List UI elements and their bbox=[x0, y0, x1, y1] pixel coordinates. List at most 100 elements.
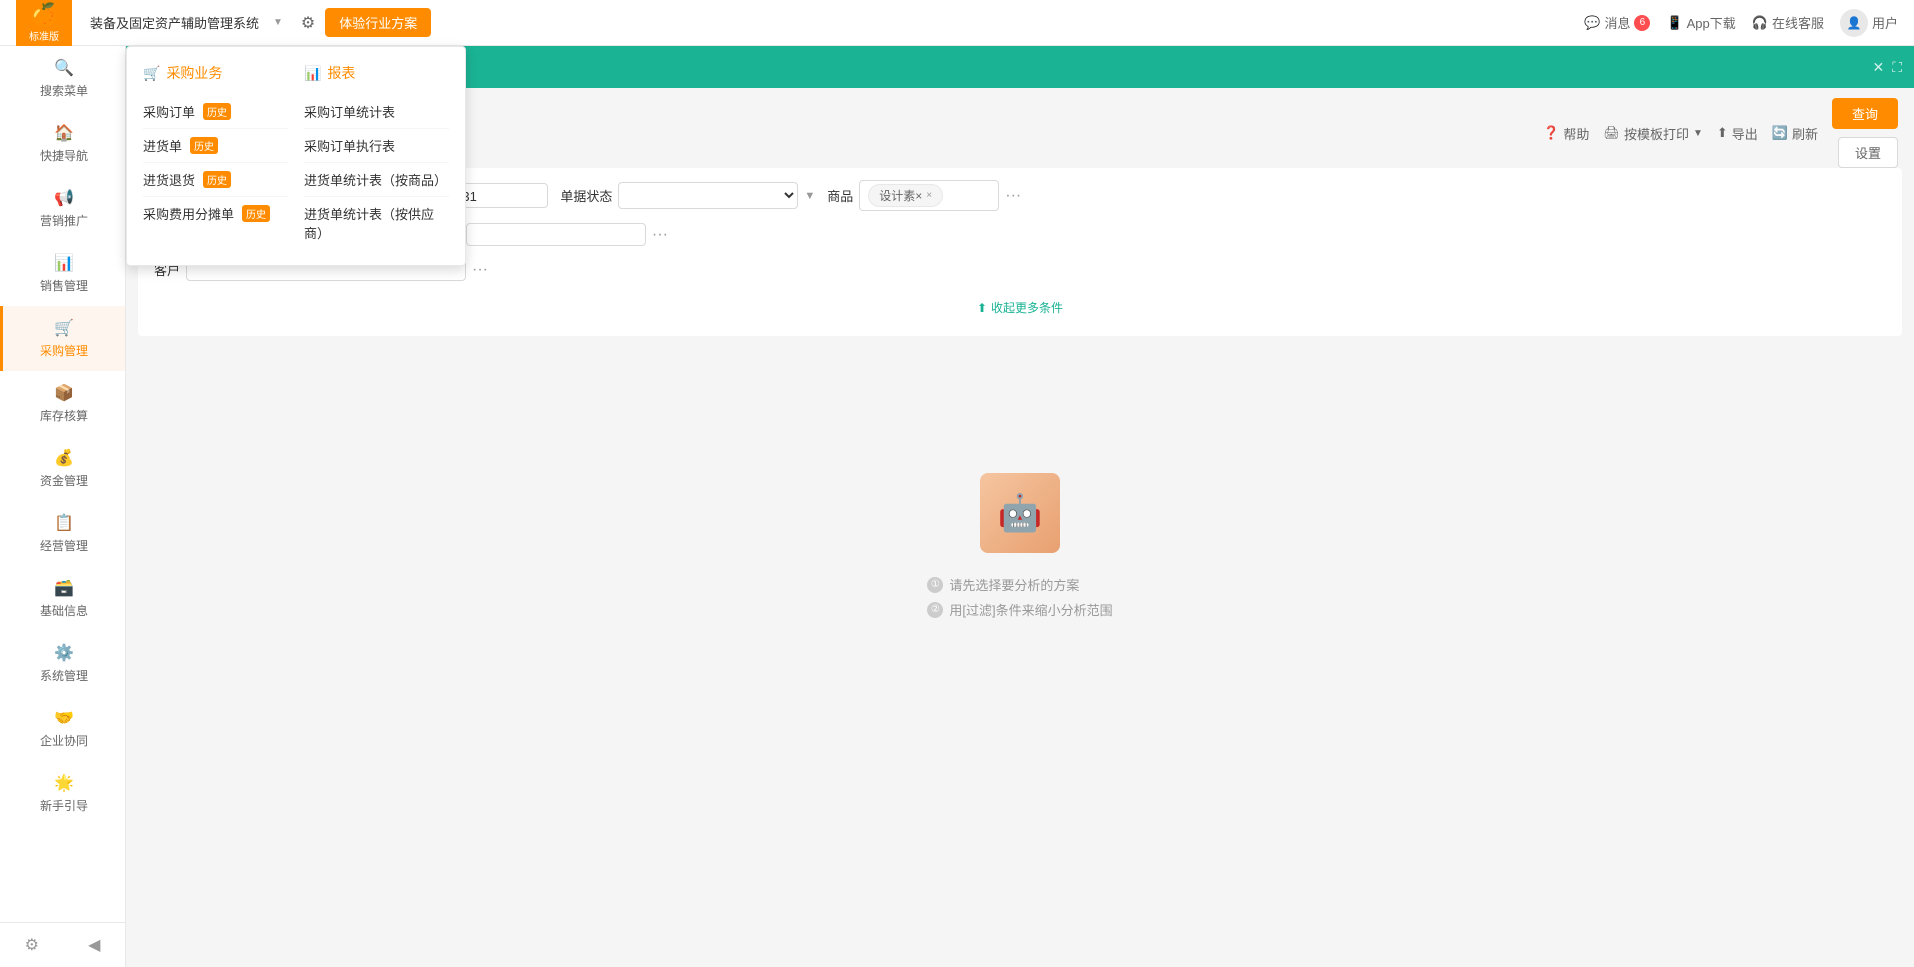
user-item[interactable]: 👤 用户 bbox=[1840, 9, 1898, 37]
export-button[interactable]: ⬆ 导出 bbox=[1717, 124, 1758, 143]
avatar: 👤 bbox=[1840, 9, 1868, 37]
tab-close-all-icon[interactable]: ✕ bbox=[1872, 59, 1884, 76]
dropdown-arrow-icon[interactable]: ▼ bbox=[273, 17, 283, 28]
help-label: 帮助 bbox=[1563, 124, 1589, 143]
sidebar-item-label: 新手引导 bbox=[40, 797, 88, 814]
goods-chip-close[interactable]: × bbox=[926, 190, 932, 201]
print-dropdown-icon: ▼ bbox=[1693, 128, 1703, 139]
empty-tips: ① 请先选择要分析的方案 ② 用[过滤]条件来缩小分析范围 bbox=[927, 575, 1112, 625]
collapse-label: 收起更多条件 bbox=[991, 299, 1063, 316]
tab-expand-icon[interactable]: ⛶ bbox=[1892, 59, 1902, 76]
sidebar-item-label: 营销推广 bbox=[40, 212, 88, 229]
empty-state: 🤖 ① 请先选择要分析的方案 ② 用[过滤]条件来缩小分析范围 bbox=[138, 344, 1902, 744]
sidebar-item-label: 企业协同 bbox=[40, 732, 88, 749]
sidebar-item-label: 销售管理 bbox=[40, 277, 88, 294]
empty-tip-1: ① 请先选择要分析的方案 bbox=[927, 575, 1112, 594]
empty-illustration: 🤖 bbox=[970, 463, 1070, 563]
app-download-item[interactable]: 📱 App下载 bbox=[1666, 13, 1735, 32]
print-button[interactable]: 🖨 按模板打印 ▼ bbox=[1603, 124, 1702, 143]
sidebar-item-label: 快捷导航 bbox=[40, 147, 88, 164]
sales-icon: 📊 bbox=[54, 253, 74, 273]
status-filter: 单据状态 ▼ bbox=[560, 182, 815, 209]
set-button[interactable]: 设置 bbox=[1838, 137, 1898, 168]
sidebar-item-sales[interactable]: 📊 销售管理 bbox=[0, 241, 125, 306]
sidebar-item-guide[interactable]: 🌟 新手引导 bbox=[0, 761, 125, 826]
refresh-icon: 🔄 bbox=[1772, 125, 1788, 141]
refresh-label: 刷新 bbox=[1792, 124, 1818, 143]
sidebar-item-search[interactable]: 🔍 搜索菜单 bbox=[0, 46, 125, 111]
history-badge-purchase-expense: 历史 bbox=[242, 205, 270, 222]
dropdown-item-stock-return[interactable]: 进货退货 历史 bbox=[143, 163, 288, 197]
sidebar-item-label: 基础信息 bbox=[40, 602, 88, 619]
message-icon: 💬 bbox=[1584, 15, 1600, 31]
sidebar-item-inventory[interactable]: 📦 库存核算 bbox=[0, 371, 125, 436]
report-2-label: 采购订单执行表 bbox=[304, 136, 395, 155]
dropdown-item-report-3[interactable]: 进货单统计表（按商品） bbox=[304, 163, 449, 197]
dropdown-item-report-1[interactable]: 采购订单统计表 bbox=[304, 95, 449, 129]
query-button[interactable]: 查询 bbox=[1832, 98, 1898, 129]
purchase-order-label: 采购订单 bbox=[143, 102, 195, 121]
sidebar-item-label: 采购管理 bbox=[40, 342, 88, 359]
report-1-label: 采购订单统计表 bbox=[304, 102, 395, 121]
stock-return-label: 进货退货 bbox=[143, 170, 195, 189]
help-button[interactable]: ❓ 帮助 bbox=[1543, 124, 1589, 143]
basic-info-icon: 🗃️ bbox=[54, 578, 74, 598]
collapse-button[interactable]: ⬆ 收起更多条件 bbox=[154, 291, 1886, 324]
refresh-button[interactable]: 🔄 刷新 bbox=[1772, 124, 1818, 143]
system-title: 装备及固定资产辅助管理系统 bbox=[90, 13, 259, 32]
avatar-icon: 👤 bbox=[1847, 16, 1862, 30]
empty-tip-2: ② 用[过滤]条件来缩小分析范围 bbox=[927, 600, 1112, 619]
report-col-title: 📊 报表 bbox=[304, 63, 449, 83]
customer-more-icon[interactable]: ··· bbox=[472, 261, 488, 279]
print-label: 按模板打印 bbox=[1624, 124, 1689, 143]
sidebar-item-label: 经营管理 bbox=[40, 537, 88, 554]
app-download-label: App下载 bbox=[1687, 13, 1736, 32]
sidebar-settings-icon[interactable]: ⚙ bbox=[17, 931, 47, 959]
sidebar-item-system[interactable]: ⚙️ 系统管理 bbox=[0, 631, 125, 696]
staff-more-icon[interactable]: ··· bbox=[652, 226, 668, 244]
sidebar-item-enterprise[interactable]: 🤝 企业协同 bbox=[0, 696, 125, 761]
sidebar-item-quick-nav[interactable]: 🏠 快捷导航 bbox=[0, 111, 125, 176]
online-service-item[interactable]: 🎧 在线客服 bbox=[1752, 13, 1824, 32]
sidebar-item-label: 搜索菜单 bbox=[40, 82, 88, 99]
sidebar-item-finance[interactable]: 💰 资金管理 bbox=[0, 436, 125, 501]
status-select[interactable] bbox=[618, 182, 798, 209]
collapse-icon: ⬆ bbox=[977, 301, 987, 315]
dropdown-item-purchase-expense[interactable]: 采购费用分摊单 历史 bbox=[143, 197, 288, 230]
purchase-col-label: 采购业务 bbox=[166, 63, 222, 83]
sidebar: 🔍 搜索菜单 🏠 快捷导航 📢 营销推广 📊 销售管理 🛒 采购管理 📦 bbox=[0, 46, 126, 967]
search-icon: 🔍 bbox=[54, 58, 74, 78]
goods-more-icon[interactable]: ··· bbox=[1005, 187, 1021, 205]
report-col-label: 报表 bbox=[327, 63, 355, 83]
message-label: 消息 bbox=[1604, 13, 1630, 32]
sidebar-item-label: 系统管理 bbox=[40, 667, 88, 684]
export-icon: ⬆ bbox=[1717, 125, 1728, 141]
sidebar-item-label: 库存核算 bbox=[40, 407, 88, 424]
sidebar-item-purchase[interactable]: 🛒 采购管理 bbox=[0, 306, 125, 371]
export-label: 导出 bbox=[1732, 124, 1758, 143]
dropdown-item-report-4[interactable]: 进货单统计表（按供应商） bbox=[304, 197, 449, 249]
user-label: 用户 bbox=[1872, 13, 1898, 32]
logo: 🍊 标准版 bbox=[16, 0, 72, 46]
settings-icon[interactable]: ⚙ bbox=[301, 13, 315, 33]
help-icon: ❓ bbox=[1543, 125, 1559, 141]
stock-in-label: 进货单 bbox=[143, 136, 182, 155]
operations-icon: 📋 bbox=[54, 513, 74, 533]
tip-dot-1: ① bbox=[927, 577, 943, 593]
sidebar-item-operations[interactable]: 📋 经营管理 bbox=[0, 501, 125, 566]
sidebar-item-marketing[interactable]: 📢 营销推广 bbox=[0, 176, 125, 241]
dropdown-item-stock-in[interactable]: 进货单 历史 bbox=[143, 129, 288, 163]
headset-icon: 🎧 bbox=[1752, 15, 1768, 31]
industry-button[interactable]: 体验行业方案 bbox=[325, 8, 431, 37]
online-service-label: 在线客服 bbox=[1772, 13, 1824, 32]
dropdown-item-purchase-order[interactable]: 采购订单 历史 bbox=[143, 95, 288, 129]
message-item[interactable]: 💬 消息 6 bbox=[1584, 13, 1650, 32]
history-badge-purchase-order: 历史 bbox=[203, 103, 231, 120]
purchase-dropdown-menu: 🛒 采购业务 采购订单 历史 进货单 历史 进货退货 历史 采购费用分摊单 历史 bbox=[126, 46, 466, 266]
sidebar-collapse-icon[interactable]: ◀ bbox=[80, 931, 108, 959]
empty-tip-2-text: 用[过滤]条件来缩小分析范围 bbox=[949, 600, 1112, 619]
sidebar-item-basic-info[interactable]: 🗃️ 基础信息 bbox=[0, 566, 125, 631]
dropdown-item-report-2[interactable]: 采购订单执行表 bbox=[304, 129, 449, 163]
purchase-expense-label: 采购费用分摊单 bbox=[143, 204, 234, 223]
system-icon: ⚙️ bbox=[54, 643, 74, 663]
